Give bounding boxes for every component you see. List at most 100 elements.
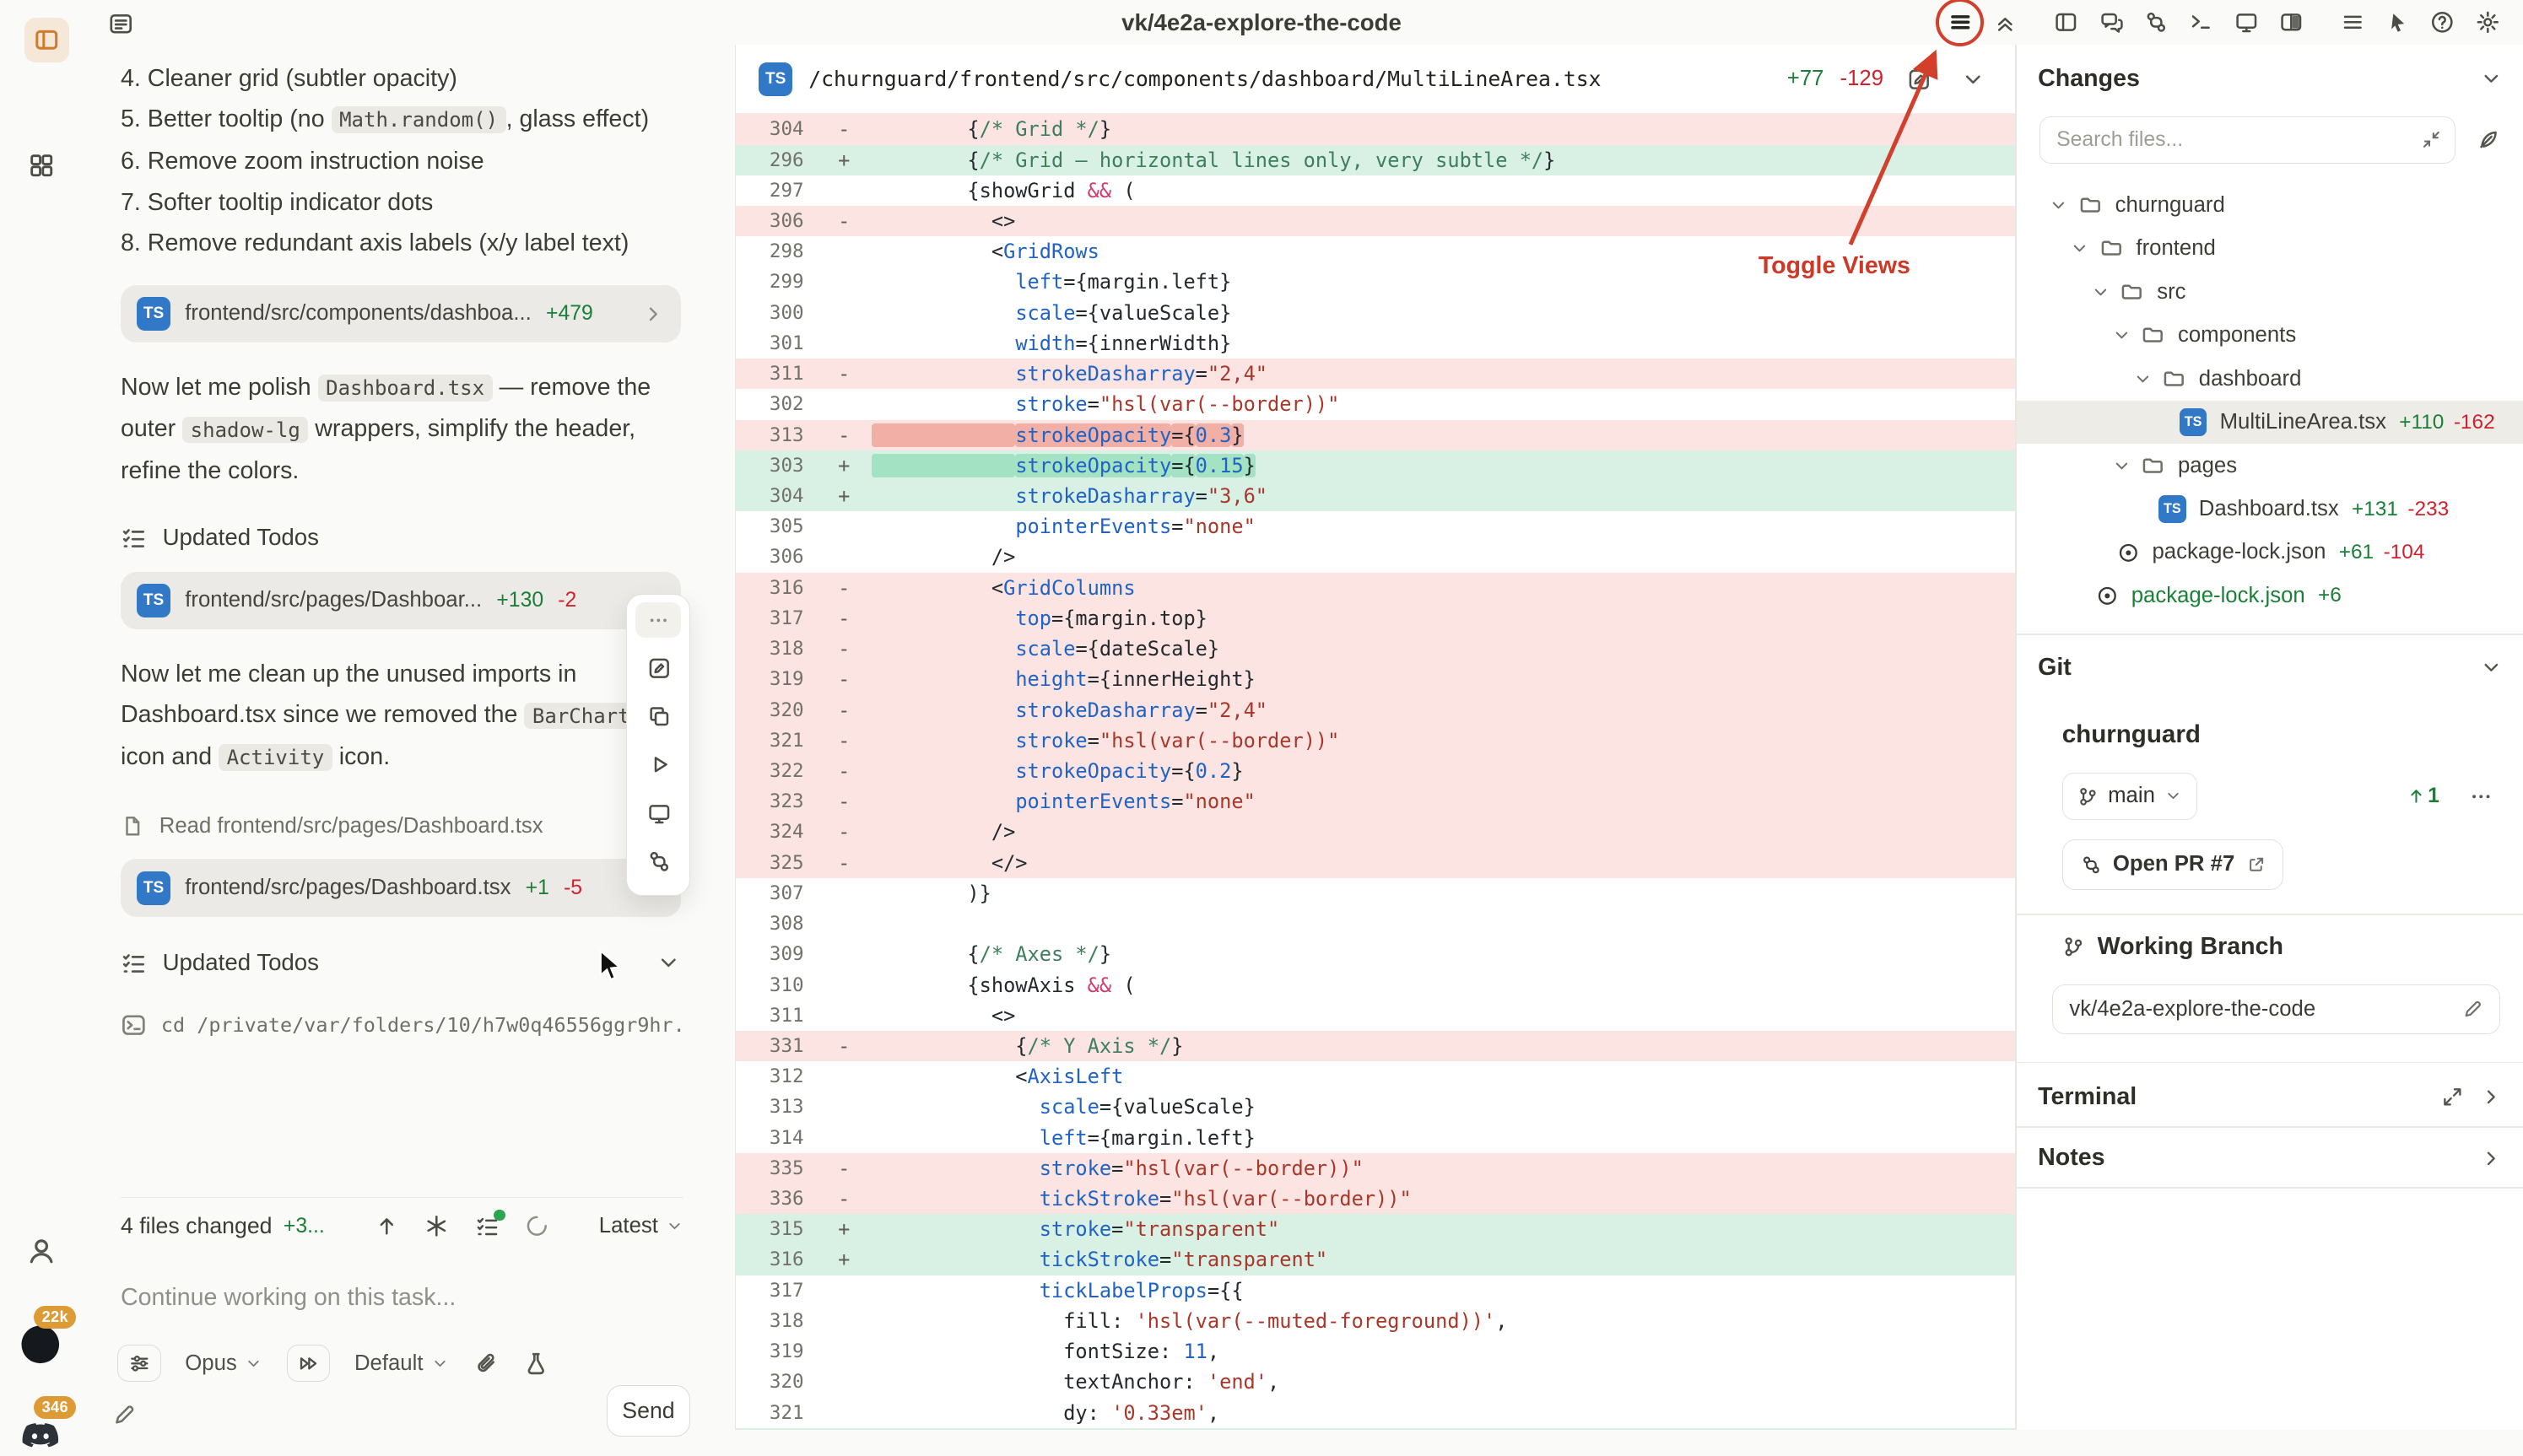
more-options-button[interactable]	[2462, 777, 2501, 816]
chat-icon	[2099, 10, 2124, 35]
github-button[interactable]: 22k	[19, 1324, 62, 1366]
tree-item-dashboard[interactable]: dashboard	[2017, 357, 2523, 400]
open-pr-label: Open PR #7	[2113, 852, 2234, 876]
diff-line: 312 <AxisLeft	[736, 1061, 2015, 1092]
tree-item-MultiLineArea.tsx[interactable]: TSMultiLineArea.tsx+110-162	[2017, 401, 2523, 444]
diff-line: 316- <GridColumns	[736, 573, 2015, 603]
model-dropdown[interactable]: Opus	[185, 1351, 262, 1376]
blocks-nav-button[interactable]	[23, 147, 62, 186]
panel-left-icon	[2054, 10, 2078, 35]
mode-label: Default	[354, 1351, 424, 1376]
panel-left-button[interactable]	[2049, 5, 2084, 40]
edit-button[interactable]	[627, 644, 691, 693]
pencil-button[interactable]	[112, 1403, 137, 1427]
menu-button[interactable]	[2335, 5, 2370, 40]
run-button[interactable]	[627, 741, 691, 789]
inline-code: Math.random()	[332, 106, 506, 133]
file-chip[interactable]: TS frontend/src/pages/Dashboard.tsx +1 -…	[121, 859, 681, 917]
changes-title: Changes	[2038, 65, 2140, 93]
assistant-list-item: 5. Better tooltip (no Math.random(), gla…	[121, 99, 681, 141]
chip-additions: +130	[496, 589, 543, 612]
diff-line: 299 left={margin.left}	[736, 267, 2015, 297]
typescript-file-icon: TS	[137, 297, 170, 331]
diff-deletions: -129	[1840, 67, 1884, 91]
cursor-button[interactable]	[2380, 5, 2415, 40]
updated-todos-row[interactable]: Updated Todos	[121, 524, 681, 551]
terminal-command: cd /private/var/folders/10/h7w0q46556ggr…	[161, 1013, 681, 1037]
mode-dropdown[interactable]: Default	[354, 1351, 449, 1376]
upload-button[interactable]	[375, 1214, 399, 1238]
diff-line: 301 width={innerWidth}	[736, 328, 2015, 359]
chevron-down-icon	[2480, 656, 2503, 679]
account-button[interactable]	[24, 1234, 60, 1270]
tree-item-src[interactable]: src	[2017, 270, 2523, 313]
copy-button[interactable]	[627, 693, 691, 741]
tree-item-Dashboard.tsx[interactable]: TSDashboard.tsx+131-233	[2017, 488, 2523, 531]
assistant-paragraph: Now let me clean up the unused imports i…	[121, 654, 681, 779]
loading-spinner	[525, 1214, 549, 1238]
titlebar-actions	[1937, 5, 2510, 40]
drag-handle[interactable]	[635, 602, 680, 638]
settings-sliders-button[interactable]	[117, 1345, 160, 1382]
fast-forward-button[interactable]	[287, 1345, 330, 1382]
external-icon	[2246, 855, 2266, 875]
assistant-list-item: 8. Remove redundant axis labels (x/y lab…	[121, 223, 681, 264]
diff-line: 311- strokeDasharray="2,4"	[736, 359, 2015, 389]
additions-label: +3...	[284, 1215, 325, 1238]
tree-item-components[interactable]: components	[2017, 314, 2523, 357]
open-in-editor-button[interactable]	[1899, 60, 1938, 99]
tree-item-pages[interactable]: pages	[2017, 444, 2523, 487]
tree-item-package-lock.json[interactable]: package-lock.json+6	[2017, 574, 2523, 617]
circle-dot-icon	[2096, 585, 2119, 607]
file-search-input[interactable]	[2056, 128, 2411, 152]
toggle-views-button[interactable]	[1942, 5, 1978, 40]
chevron-down-icon	[666, 1217, 683, 1235]
diff-button[interactable]	[627, 838, 691, 886]
changes-section-header[interactable]: Changes	[2017, 55, 2523, 103]
notes-section-header[interactable]: Notes	[2017, 1132, 2523, 1184]
attach-button[interactable]	[473, 1351, 500, 1377]
tree-item-package-lock.json[interactable]: package-lock.json+61-104	[2017, 531, 2523, 574]
split-view-button[interactable]	[2274, 5, 2310, 40]
updated-todos-row[interactable]: Updated Todos	[121, 949, 681, 976]
chat-button[interactable]	[2093, 5, 2129, 40]
tree-item-churnguard[interactable]: churnguard	[2017, 183, 2523, 226]
help-button[interactable]	[2425, 5, 2461, 40]
git-compare-button[interactable]	[2138, 5, 2174, 40]
file-chip[interactable]: TS frontend/src/pages/Dashboar... +130 -…	[121, 572, 681, 630]
terminal-button[interactable]	[2184, 5, 2219, 40]
workspace-panel-button[interactable]	[24, 18, 69, 62]
collapse-diff-button[interactable]	[1954, 60, 1993, 99]
branch-dropdown[interactable]: main	[2062, 773, 2198, 819]
tree-item-frontend[interactable]: frontend	[2017, 227, 2523, 270]
read-file-row[interactable]: Read frontend/src/pages/Dashboard.tsx	[121, 814, 681, 839]
sliders-icon	[128, 1352, 151, 1375]
pencil-icon	[112, 1403, 137, 1427]
divider	[2017, 1126, 2523, 1128]
branch-row: main 1	[2062, 772, 2501, 820]
file-chip[interactable]: TS frontend/src/components/dashboa... +4…	[121, 285, 681, 343]
monitor-button[interactable]	[2229, 5, 2264, 40]
working-branch-input[interactable]: vk/4e2a-explore-the-code	[2052, 984, 2500, 1034]
terminal-icon	[2189, 10, 2213, 35]
terminal-command-row[interactable]: cd /private/var/folders/10/h7w0q46556ggr…	[121, 1011, 681, 1038]
terminal-section-header[interactable]: Terminal	[2017, 1071, 2523, 1123]
branch-name: main	[2108, 784, 2155, 808]
chevron-down-icon	[2112, 326, 2131, 345]
git-section-header[interactable]: Git	[2017, 644, 2523, 692]
gear-button[interactable]	[2470, 5, 2505, 40]
diff-line: 313 scale={valueScale}	[736, 1092, 2015, 1122]
diff-line: 306- <>	[736, 206, 2015, 236]
chat-input[interactable]	[121, 1284, 683, 1312]
preview-button[interactable]	[627, 789, 691, 837]
todos-status-button[interactable]	[475, 1214, 500, 1238]
send-button[interactable]: Send	[607, 1385, 690, 1437]
chevrons-up-button[interactable]	[1987, 5, 2023, 40]
experiments-button[interactable]	[523, 1351, 549, 1377]
feather-button[interactable]	[2468, 121, 2507, 159]
discord-button[interactable]: 346	[19, 1414, 62, 1456]
spark-button[interactable]	[424, 1214, 449, 1238]
diff-line: 308	[736, 909, 2015, 939]
latest-dropdown[interactable]: Latest	[599, 1214, 684, 1238]
open-pr-button[interactable]: Open PR #7	[2062, 839, 2284, 889]
